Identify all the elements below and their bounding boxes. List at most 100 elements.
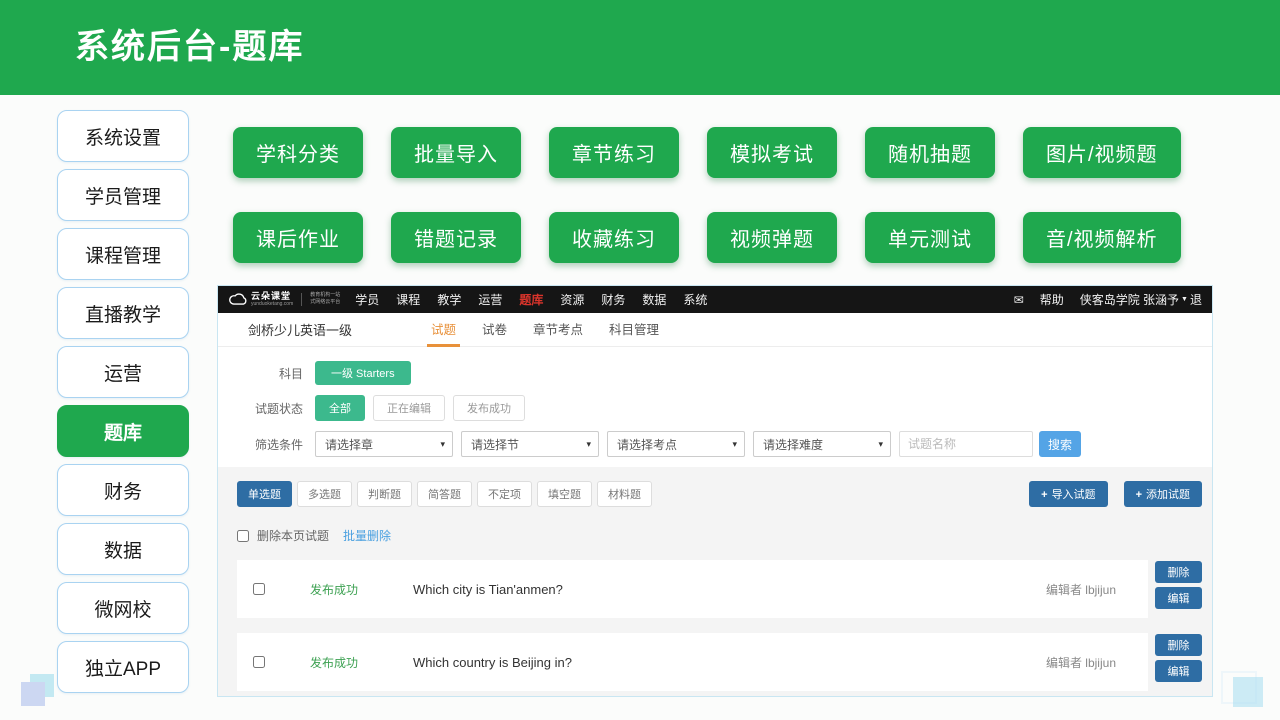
batch-delete-link[interactable]: 批量删除 (343, 527, 391, 544)
feature-btn-mock-exam[interactable]: 模拟考试 (707, 127, 837, 178)
admin-topnav: 云朵课堂 yunduoketang.com 教育机构一站 式网络云平台 学员 课… (218, 286, 1212, 313)
sidebar-item-course-mgmt[interactable]: 课程管理 (57, 228, 189, 280)
delete-button[interactable]: 删除 (1155, 561, 1202, 583)
select-section-value: 请选择节 (471, 436, 519, 453)
plus-icon: + (1136, 489, 1142, 501)
add-question-label: 添加试题 (1146, 489, 1190, 501)
type-tab-true-false[interactable]: 判断题 (357, 481, 412, 507)
row-checkbox[interactable] (253, 583, 265, 595)
chevron-down-icon: ▼ (1181, 296, 1188, 303)
import-questions-button[interactable]: + 导入试题 (1029, 481, 1107, 507)
chevron-down-icon: ▾ (440, 439, 445, 450)
sidebar-item-live-teaching[interactable]: 直播教学 (57, 287, 189, 339)
brand-logo[interactable]: 云朵课堂 yunduoketang.com 教育机构一站 式网络云平台 (228, 292, 340, 307)
tab-questions[interactable]: 试题 (431, 313, 456, 347)
import-questions-label: 导入试题 (1052, 489, 1096, 501)
nav-item-finance[interactable]: 财务 (601, 291, 625, 308)
admin-topnav-right: ✉ 帮助 侠客岛学院 张涵予 ▼ 退 (1014, 291, 1202, 308)
editor-label: 编辑者 lbjijun (1046, 581, 1116, 598)
feature-btn-random-draw[interactable]: 随机抽题 (865, 127, 995, 178)
question-name-input[interactable] (899, 431, 1033, 457)
mail-icon[interactable]: ✉ (1014, 293, 1024, 307)
row-actions: 删除 编辑 (1155, 560, 1202, 610)
status-filter-editing[interactable]: 正在编辑 (373, 395, 445, 421)
decor-square-lavender-left (21, 682, 45, 706)
type-tab-short-answer[interactable]: 简答题 (417, 481, 472, 507)
tab-subject-mgmt[interactable]: 科目管理 (609, 313, 659, 347)
tagline-line2: 式网络云平台 (310, 299, 340, 306)
type-tab-material[interactable]: 材料题 (597, 481, 652, 507)
admin-subnav: 剑桥少儿英语一级 试题 试卷 章节考点 科目管理 (218, 313, 1212, 347)
sidebar-item-question-bank[interactable]: 题库 (57, 405, 189, 457)
tab-chapter-points[interactable]: 章节考点 (533, 313, 583, 347)
select-section[interactable]: 请选择节 ▾ (461, 431, 599, 457)
search-button[interactable]: 搜索 (1039, 431, 1081, 457)
sidebar-item-system-settings[interactable]: 系统设置 (57, 110, 189, 162)
help-link[interactable]: 帮助 (1040, 291, 1064, 308)
question-type-toolbar: 单选题 多选题 判断题 简答题 不定项 填空题 材料题 + 导入试题 + 添加试题 (237, 481, 1202, 507)
table-row: 发布成功 Which country is Beijing in? 编辑者 lb… (237, 633, 1202, 691)
chevron-down-icon: ▾ (586, 439, 591, 450)
select-exam-point[interactable]: 请选择考点 ▾ (607, 431, 745, 457)
sidebar-item-micro-school[interactable]: 微网校 (57, 582, 189, 634)
feature-btn-subject-category[interactable]: 学科分类 (233, 127, 363, 178)
subject-tag[interactable]: 一级 Starters (315, 361, 411, 385)
nav-item-students[interactable]: 学员 (355, 291, 379, 308)
brand-url: yunduoketang.com (251, 302, 293, 308)
question-list-area: 单选题 多选题 判断题 简答题 不定项 填空题 材料题 +导入试题 +添加试题 … (218, 467, 1212, 697)
account-menu[interactable]: 侠客岛学院 张涵予 ▼ 退 (1080, 291, 1202, 308)
feature-btn-batch-import[interactable]: 批量导入 (391, 127, 521, 178)
feature-btn-homework[interactable]: 课后作业 (233, 212, 363, 263)
subject-label: 科目 (218, 365, 303, 382)
feature-btn-unit-test[interactable]: 单元测试 (865, 212, 995, 263)
feature-btn-audio-video-analysis[interactable]: 音/视频解析 (1023, 212, 1181, 263)
select-difficulty[interactable]: 请选择难度 ▾ (753, 431, 891, 457)
subject-filter-row: 科目 一级 Starters (218, 361, 1212, 385)
nav-item-system[interactable]: 系统 (683, 291, 707, 308)
delete-button[interactable]: 删除 (1155, 634, 1202, 656)
edit-button[interactable]: 编辑 (1155, 660, 1202, 682)
type-tab-indefinite[interactable]: 不定项 (477, 481, 532, 507)
question-rows: 发布成功 Which city is Tian'anmen? 编辑者 lbjij… (237, 560, 1202, 691)
edit-button[interactable]: 编辑 (1155, 587, 1202, 609)
sidebar-item-student-mgmt[interactable]: 学员管理 (57, 169, 189, 221)
type-tab-single-choice[interactable]: 单选题 (237, 481, 292, 507)
feature-btn-video-popup-question[interactable]: 视频弹题 (707, 212, 837, 263)
select-chapter-value: 请选择章 (325, 436, 373, 453)
feature-btn-wrong-question-record[interactable]: 错题记录 (391, 212, 521, 263)
status-filter-row: 试题状态 全部 正在编辑 发布成功 (218, 395, 1212, 421)
row-actions: 删除 编辑 (1155, 633, 1202, 683)
table-row: 发布成功 Which city is Tian'anmen? 编辑者 lbjij… (237, 560, 1202, 618)
nav-item-resources[interactable]: 资源 (560, 291, 584, 308)
logout-link[interactable]: 退 (1190, 291, 1202, 308)
sidebar-item-standalone-app[interactable]: 独立APP (57, 641, 189, 693)
feature-grid: 学科分类 批量导入 章节练习 模拟考试 随机抽题 图片/视频题 课后作业 错题记… (233, 127, 1233, 297)
question-card: 发布成功 Which city is Tian'anmen? 编辑者 lbjij… (237, 560, 1148, 618)
sidebar-item-data[interactable]: 数据 (57, 523, 189, 575)
admin-main-menu: 学员 课程 教学 运营 题库 资源 财务 数据 系统 (355, 291, 707, 308)
feature-btn-image-video-question[interactable]: 图片/视频题 (1023, 127, 1181, 178)
feature-btn-chapter-practice[interactable]: 章节练习 (549, 127, 679, 178)
tab-papers[interactable]: 试卷 (482, 313, 507, 347)
feature-btn-favorite-practice[interactable]: 收藏练习 (549, 212, 679, 263)
plus-icon: + (1041, 489, 1047, 501)
select-difficulty-value: 请选择难度 (763, 436, 823, 453)
delete-page-checkbox[interactable] (237, 530, 249, 542)
nav-item-question-bank[interactable]: 题库 (519, 291, 543, 308)
sidebar-item-operations[interactable]: 运营 (57, 346, 189, 398)
nav-item-teaching[interactable]: 教学 (437, 291, 461, 308)
add-question-button[interactable]: + 添加试题 (1124, 481, 1202, 507)
select-chapter[interactable]: 请选择章 ▾ (315, 431, 453, 457)
nav-item-operations[interactable]: 运营 (478, 291, 502, 308)
status-filter-all[interactable]: 全部 (315, 395, 365, 421)
nav-item-data[interactable]: 数据 (642, 291, 666, 308)
sidebar-item-finance[interactable]: 财务 (57, 464, 189, 516)
type-tab-fill-blank[interactable]: 填空题 (537, 481, 592, 507)
brand-logo-text: 云朵课堂 yunduoketang.com (251, 292, 293, 307)
row-checkbox[interactable] (253, 656, 265, 668)
status-filter-published[interactable]: 发布成功 (453, 395, 525, 421)
type-tab-multi-choice[interactable]: 多选题 (297, 481, 352, 507)
feature-row-1: 学科分类 批量导入 章节练习 模拟考试 随机抽题 图片/视频题 (233, 127, 1233, 178)
nav-item-courses[interactable]: 课程 (396, 291, 420, 308)
chevron-down-icon: ▾ (732, 439, 737, 450)
